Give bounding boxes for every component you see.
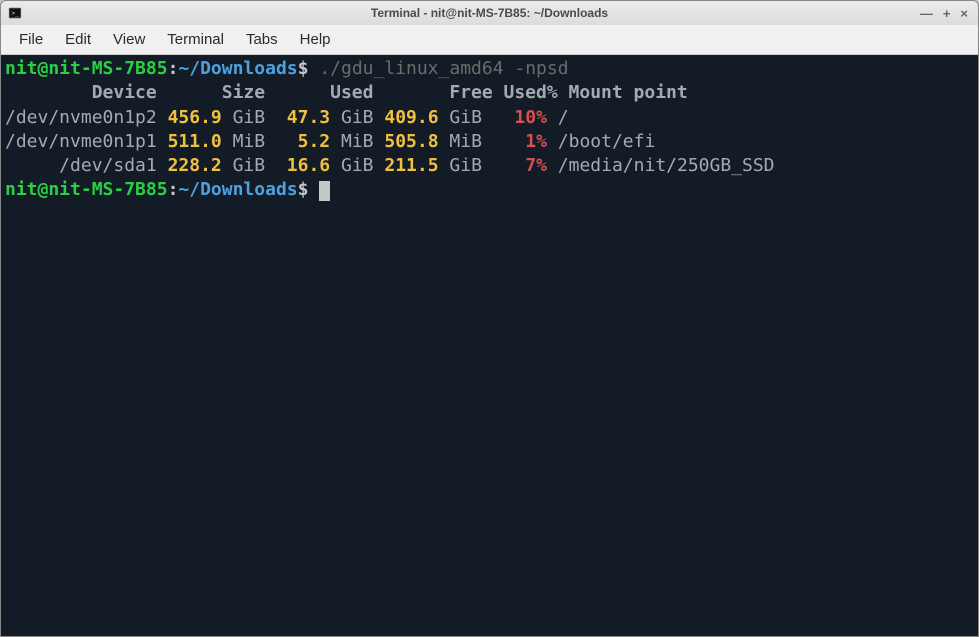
window-title: Terminal - nit@nit-MS-7B85: ~/Downloads bbox=[371, 6, 608, 20]
menubar: File Edit View Terminal Tabs Help bbox=[1, 25, 978, 55]
menu-edit[interactable]: Edit bbox=[55, 27, 101, 52]
minimize-button[interactable]: — bbox=[920, 7, 933, 20]
maximize-button[interactable]: + bbox=[943, 7, 951, 20]
terminal-content[interactable]: nit@nit-MS-7B85:~/Downloads$ ./gdu_linux… bbox=[1, 55, 978, 636]
window-controls: — + × bbox=[920, 7, 978, 20]
menu-terminal[interactable]: Terminal bbox=[157, 27, 234, 52]
menu-help[interactable]: Help bbox=[290, 27, 341, 52]
menu-tabs[interactable]: Tabs bbox=[236, 27, 288, 52]
terminal-icon: >_ bbox=[7, 5, 23, 21]
terminal-window: >_ Terminal - nit@nit-MS-7B85: ~/Downloa… bbox=[0, 0, 979, 637]
menu-file[interactable]: File bbox=[9, 27, 53, 52]
close-button[interactable]: × bbox=[960, 7, 968, 20]
titlebar[interactable]: >_ Terminal - nit@nit-MS-7B85: ~/Downloa… bbox=[1, 1, 978, 25]
svg-text:>_: >_ bbox=[12, 10, 20, 17]
menu-view[interactable]: View bbox=[103, 27, 155, 52]
cursor bbox=[319, 181, 330, 201]
